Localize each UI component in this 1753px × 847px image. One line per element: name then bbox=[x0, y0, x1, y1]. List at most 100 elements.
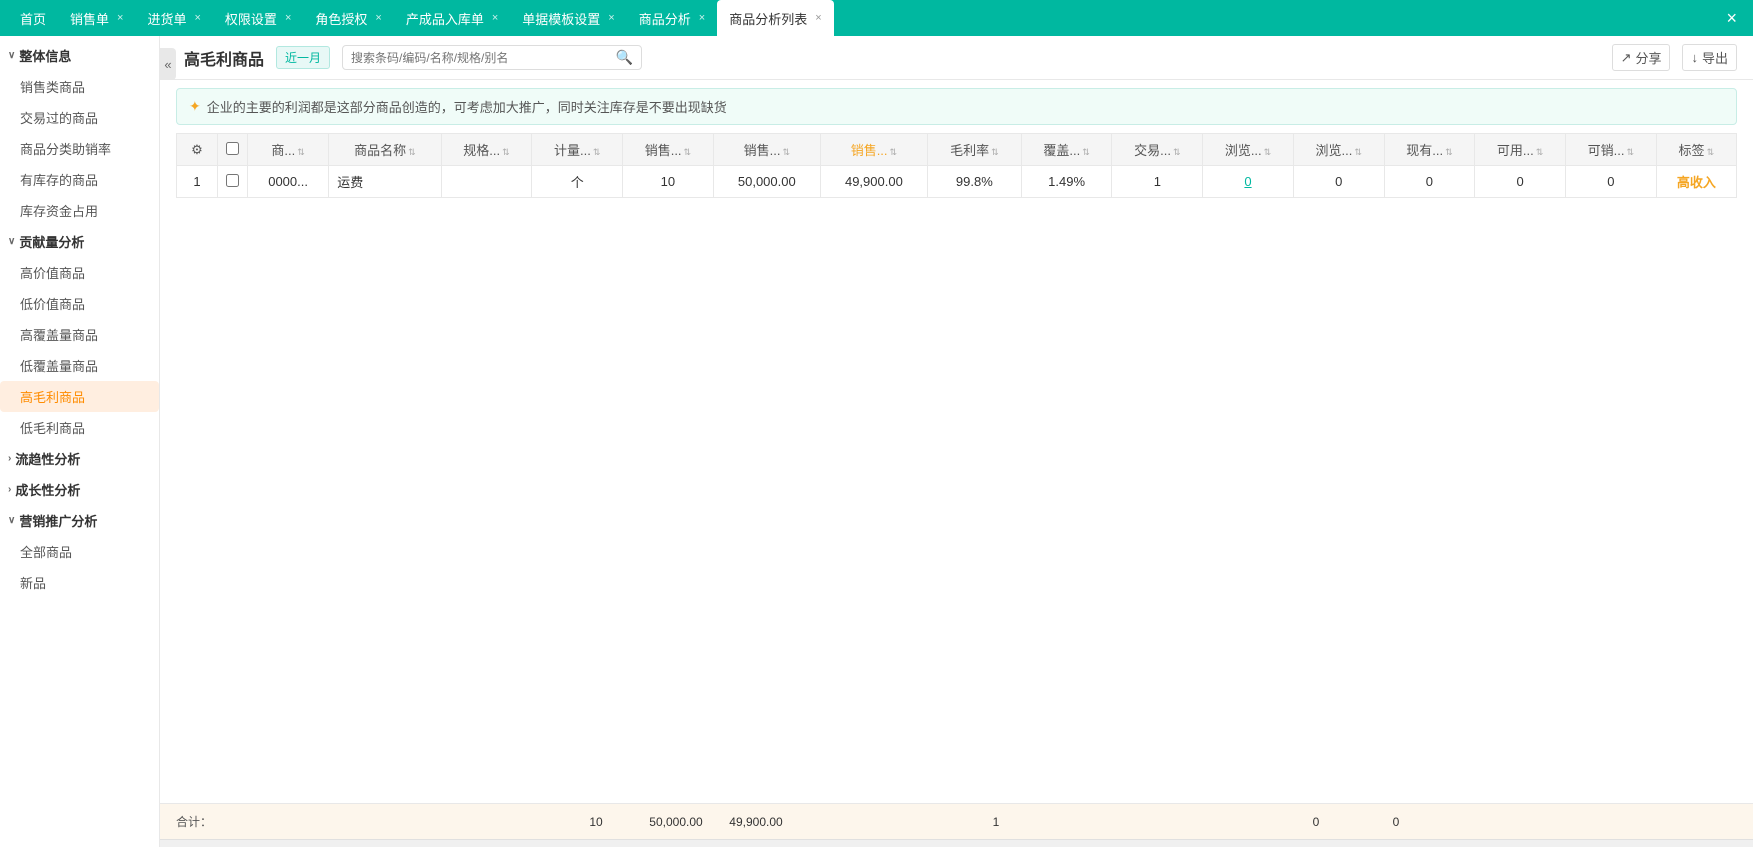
info-text: 企业的主要的利润都是这部分商品创造的，可考虑加大推广，同时关注库存是不要出现缺货 bbox=[207, 97, 727, 116]
col-browse1[interactable]: 浏览...⇅ bbox=[1203, 134, 1294, 166]
sidebar-section-trend[interactable]: › 流趋性分析 bbox=[0, 443, 159, 474]
col-gross-rate[interactable]: 毛利率⇅ bbox=[927, 134, 1021, 166]
nav-tab-template[interactable]: 单据模板设置 × bbox=[510, 0, 626, 36]
page-title: 高毛利商品 bbox=[184, 46, 264, 70]
col-tag[interactable]: 标签⇅ bbox=[1656, 134, 1736, 166]
sidebar-item-high-coverage[interactable]: 高覆盖量商品 bbox=[0, 319, 159, 350]
sidebar-section-growth[interactable]: › 成长性分析 bbox=[0, 474, 159, 505]
nav-tab-analysis[interactable]: 商品分析 × bbox=[627, 0, 717, 36]
sidebar-item-sales-goods[interactable]: 销售类商品 bbox=[0, 71, 159, 102]
col-sales-qty[interactable]: 销售...⇅ bbox=[623, 134, 714, 166]
nav-tab-analysis-list[interactable]: 商品分析列表 × bbox=[717, 0, 833, 36]
close-icon[interactable]: × bbox=[699, 12, 705, 24]
sidebar-section-overview[interactable]: ∨ 整体信息 bbox=[0, 40, 159, 71]
nav-tab-inbound[interactable]: 产成品入库单 × bbox=[394, 0, 510, 36]
info-bar: ✦ 企业的主要的利润都是这部分商品创造的，可考虑加大推广，同时关注库存是不要出现… bbox=[176, 88, 1737, 125]
col-checkbox[interactable] bbox=[218, 134, 248, 166]
sort-icon: ⇅ bbox=[1445, 147, 1453, 157]
nav-tab-roles[interactable]: 角色授权 × bbox=[303, 0, 393, 36]
row-select-checkbox[interactable] bbox=[226, 174, 239, 187]
row-browse2: 0 bbox=[1293, 166, 1384, 198]
filter-period-button[interactable]: 近一月 bbox=[276, 46, 330, 69]
sidebar-item-high-value[interactable]: 高价值商品 bbox=[0, 257, 159, 288]
sort-icon: ⇅ bbox=[684, 147, 692, 157]
row-stock: 0 bbox=[1384, 166, 1475, 198]
search-input[interactable] bbox=[351, 51, 612, 65]
col-sales-profit[interactable]: 销售...⇅ bbox=[820, 134, 927, 166]
sidebar-collapse-button[interactable]: « bbox=[160, 48, 176, 80]
col-spec[interactable]: 规格...⇅ bbox=[441, 134, 532, 166]
sidebar-item-stocked-goods[interactable]: 有库存的商品 bbox=[0, 164, 159, 195]
close-icon[interactable]: × bbox=[815, 12, 821, 24]
export-icon: ↓ bbox=[1691, 50, 1698, 65]
footer-sales-qty: 10 bbox=[556, 815, 636, 829]
share-button[interactable]: ↗ 分享 bbox=[1612, 44, 1671, 71]
col-stock[interactable]: 现有...⇅ bbox=[1384, 134, 1475, 166]
close-icon[interactable]: × bbox=[608, 12, 614, 24]
sidebar: ∨ 整体信息 销售类商品 交易过的商品 商品分类助销率 有库存的商品 库存资金占… bbox=[0, 36, 160, 847]
sidebar-item-traded-goods[interactable]: 交易过的商品 bbox=[0, 102, 159, 133]
footer-sellable: 0 bbox=[1356, 815, 1436, 829]
row-browse1[interactable]: 0 bbox=[1203, 166, 1294, 198]
nav-tab-sales[interactable]: 销售单 × bbox=[58, 0, 135, 36]
sidebar-item-high-margin[interactable]: 高毛利商品 bbox=[0, 381, 159, 412]
chevron-down-icon: ∨ bbox=[8, 515, 15, 526]
sort-icon: ⇅ bbox=[782, 147, 790, 157]
nav-tab-purchase[interactable]: 进货单 × bbox=[135, 0, 212, 36]
chevron-down-icon: ∨ bbox=[8, 50, 15, 61]
sidebar-item-category-rate[interactable]: 商品分类助销率 bbox=[0, 133, 159, 164]
row-trade: 1 bbox=[1112, 166, 1203, 198]
sidebar-item-low-coverage[interactable]: 低覆盖量商品 bbox=[0, 350, 159, 381]
sort-icon: ⇅ bbox=[297, 147, 305, 157]
row-num: 1 bbox=[177, 166, 218, 198]
row-gross-rate: 99.8% bbox=[927, 166, 1021, 198]
row-checkbox[interactable] bbox=[218, 166, 248, 198]
row-spec bbox=[441, 166, 532, 198]
col-trade[interactable]: 交易...⇅ bbox=[1112, 134, 1203, 166]
row-name: 运费 bbox=[329, 166, 441, 198]
sort-icon: ⇅ bbox=[502, 147, 510, 157]
col-browse2[interactable]: 浏览...⇅ bbox=[1293, 134, 1384, 166]
close-icon[interactable]: × bbox=[285, 12, 291, 24]
horizontal-scrollbar[interactable] bbox=[160, 839, 1753, 847]
close-icon[interactable]: × bbox=[375, 12, 381, 24]
sort-icon: ⇅ bbox=[890, 147, 898, 157]
sidebar-item-all-goods[interactable]: 全部商品 bbox=[0, 536, 159, 567]
footer-totals: 10 50,000.00 49,900.00 1 0 0 bbox=[236, 815, 1737, 829]
footer-trade: 1 bbox=[956, 815, 1036, 829]
col-coverage[interactable]: 覆盖...⇅ bbox=[1021, 134, 1112, 166]
window-close-button[interactable]: × bbox=[1718, 8, 1745, 29]
sort-icon: ⇅ bbox=[408, 147, 416, 157]
nav-tab-permissions[interactable]: 权限设置 × bbox=[213, 0, 303, 36]
content-header: 高毛利商品 近一月 🔍 ↗ 分享 ↓ 导出 bbox=[160, 36, 1753, 80]
sort-icon: ⇅ bbox=[1264, 147, 1272, 157]
close-icon[interactable]: × bbox=[194, 12, 200, 24]
row-sales-amt: 50,000.00 bbox=[713, 166, 820, 198]
sidebar-section-marketing[interactable]: ∨ 营销推广分析 bbox=[0, 505, 159, 536]
col-available[interactable]: 可用...⇅ bbox=[1475, 134, 1566, 166]
sort-icon: ⇅ bbox=[1536, 147, 1544, 157]
col-unit[interactable]: 计量...⇅ bbox=[532, 134, 623, 166]
select-all-checkbox[interactable] bbox=[226, 142, 239, 155]
col-sellable[interactable]: 可销...⇅ bbox=[1565, 134, 1656, 166]
sort-icon: ⇅ bbox=[1626, 147, 1634, 157]
sidebar-section-contribution[interactable]: ∨ 贡献量分析 bbox=[0, 226, 159, 257]
sidebar-item-stock-capital[interactable]: 库存资金占用 bbox=[0, 195, 159, 226]
col-settings[interactable]: ⚙ bbox=[177, 134, 218, 166]
chevron-right-icon: › bbox=[8, 453, 11, 464]
search-icon[interactable]: 🔍 bbox=[616, 49, 633, 66]
close-icon[interactable]: × bbox=[117, 12, 123, 24]
nav-tab-home[interactable]: 首页 bbox=[8, 0, 58, 36]
table-row: 1 0000... 运费 个 10 50,000.00 49,900.00 99… bbox=[177, 166, 1737, 198]
sidebar-item-new-goods[interactable]: 新品 bbox=[0, 567, 159, 598]
sidebar-item-low-value[interactable]: 低价值商品 bbox=[0, 288, 159, 319]
export-button[interactable]: ↓ 导出 bbox=[1682, 44, 1737, 71]
sort-icon: ⇅ bbox=[1173, 147, 1181, 157]
sidebar-item-low-margin[interactable]: 低毛利商品 bbox=[0, 412, 159, 443]
chevron-down-icon: ∨ bbox=[8, 236, 15, 247]
close-icon[interactable]: × bbox=[492, 12, 498, 24]
col-name[interactable]: 商品名称⇅ bbox=[329, 134, 441, 166]
col-sales-amt[interactable]: 销售...⇅ bbox=[713, 134, 820, 166]
col-code[interactable]: 商...⇅ bbox=[248, 134, 329, 166]
row-sales-profit: 49,900.00 bbox=[820, 166, 927, 198]
